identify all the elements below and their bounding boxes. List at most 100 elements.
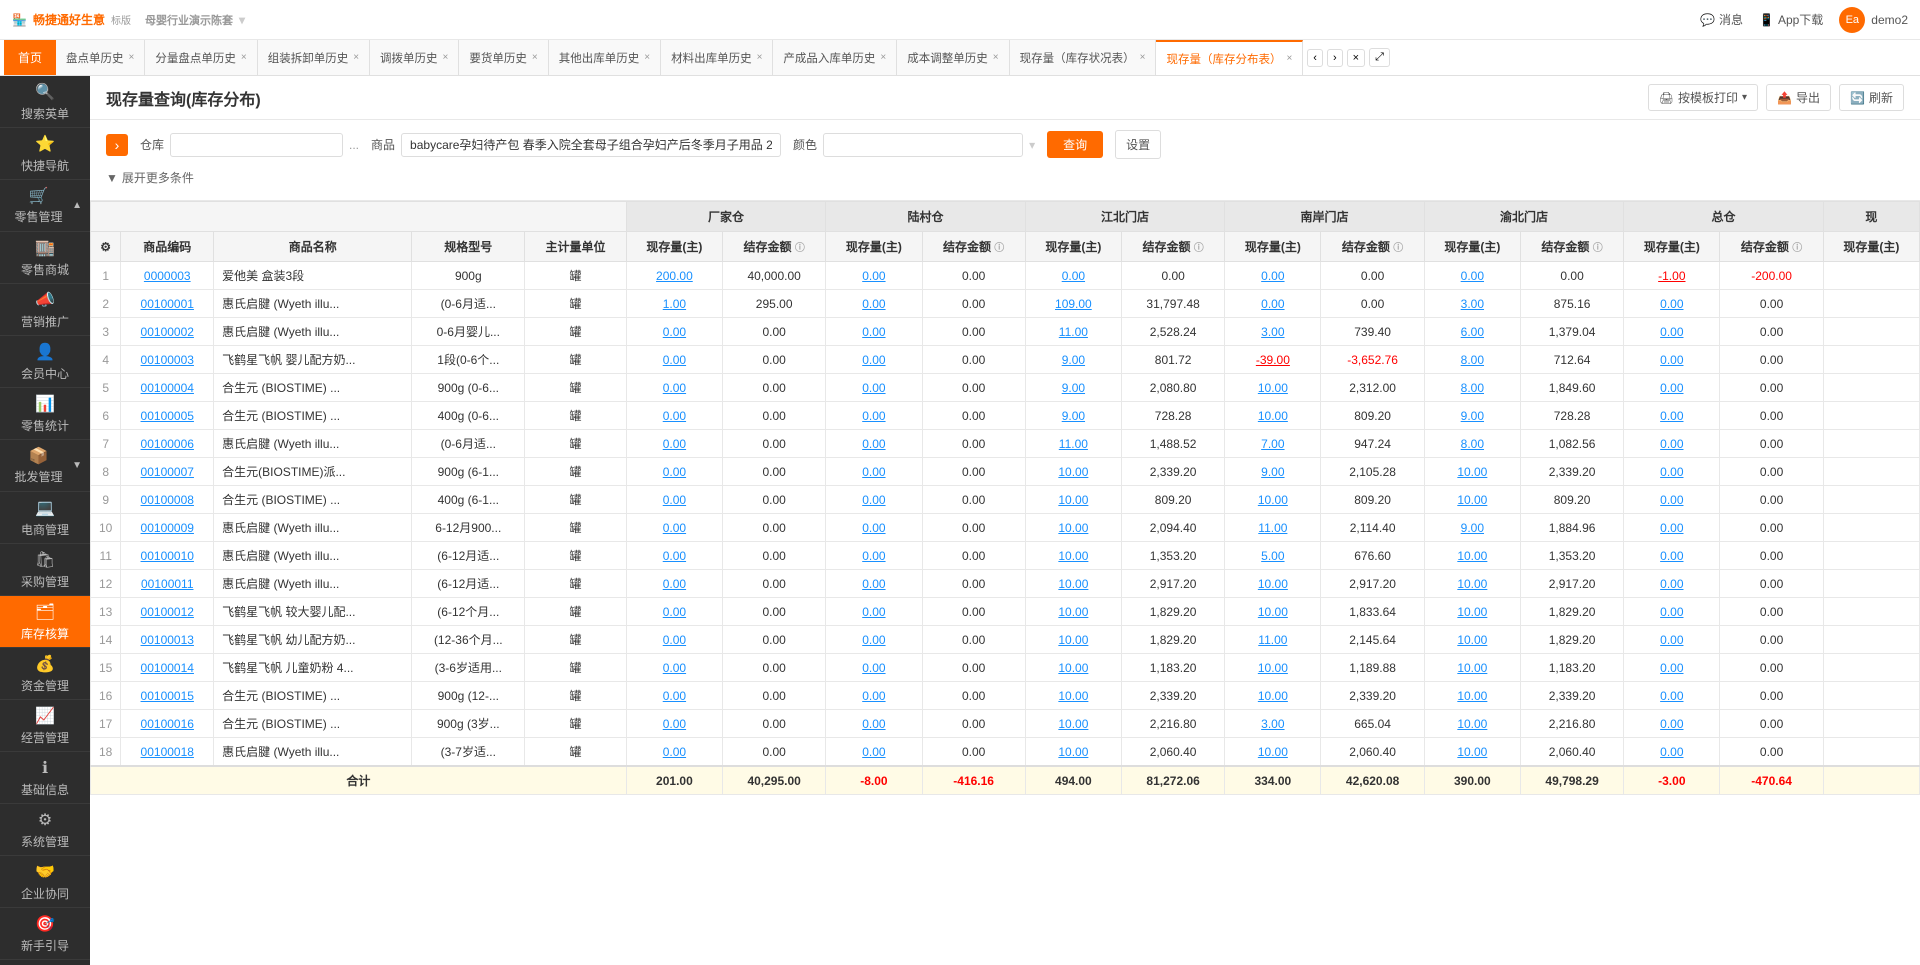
cell-jb-qty[interactable]: 0.00	[1025, 262, 1121, 290]
cell-na-qty[interactable]: 0.00	[1225, 262, 1321, 290]
sidebar-item-search[interactable]: 🔍 搜索英单	[0, 76, 90, 128]
cell-total-qty[interactable]: 0.00	[1624, 458, 1720, 486]
cell-fac-qty[interactable]: 200.00	[626, 262, 722, 290]
goods-input[interactable]	[401, 133, 781, 157]
cell-jb-qty[interactable]: 10.00	[1025, 710, 1121, 738]
cell-lu-qty[interactable]: 0.00	[826, 374, 922, 402]
cell-fac-qty[interactable]: 0.00	[626, 598, 722, 626]
app-download-link[interactable]: 📱 App下载	[1759, 11, 1823, 28]
cell-total-qty[interactable]: 0.00	[1624, 738, 1720, 767]
cell-lu-qty[interactable]: 0.00	[826, 262, 922, 290]
cell-yb-qty[interactable]: 10.00	[1424, 458, 1520, 486]
cell-yb-qty[interactable]: 8.00	[1424, 374, 1520, 402]
cell-lu-qty[interactable]: 0.00	[826, 290, 922, 318]
tab-close[interactable]: ×	[241, 52, 247, 63]
cell-fac-qty[interactable]: 0.00	[626, 458, 722, 486]
cell-yb-qty[interactable]: 6.00	[1424, 318, 1520, 346]
cell-total-qty[interactable]: 0.00	[1624, 402, 1720, 430]
cell-total-qty[interactable]: 0.00	[1624, 542, 1720, 570]
tab-stock-dist[interactable]: 现存量（库存分布表）×	[1156, 40, 1303, 76]
tab-history-5[interactable]: 要货单历史 ×	[459, 40, 548, 76]
sidebar-item-nav[interactable]: ⭐ 快捷导航	[0, 128, 90, 180]
cell-fac-qty[interactable]: 0.00	[626, 318, 722, 346]
tab-close[interactable]: ×	[1286, 53, 1292, 64]
cell-yb-qty[interactable]: 10.00	[1424, 710, 1520, 738]
cell-jb-qty[interactable]: 11.00	[1025, 430, 1121, 458]
cell-yb-qty[interactable]: 9.00	[1424, 402, 1520, 430]
cell-fac-qty[interactable]: 1.00	[626, 290, 722, 318]
cell-code[interactable]: 00100006	[121, 430, 214, 458]
cell-jb-qty[interactable]: 10.00	[1025, 738, 1121, 767]
sidebar-item-guide[interactable]: 🎯 新手引导	[0, 908, 90, 960]
warehouse-dots[interactable]: ...	[349, 138, 359, 152]
query-button[interactable]: 查询	[1047, 131, 1103, 158]
cell-fac-qty[interactable]: 0.00	[626, 654, 722, 682]
cell-jb-qty[interactable]: 11.00	[1025, 318, 1121, 346]
cell-code[interactable]: 00100004	[121, 374, 214, 402]
cell-code[interactable]: 00100018	[121, 738, 214, 767]
cell-na-qty[interactable]: 5.00	[1225, 542, 1321, 570]
cell-fac-qty[interactable]: 0.00	[626, 486, 722, 514]
tab-close[interactable]: ×	[880, 52, 886, 63]
cell-na-qty[interactable]: 10.00	[1225, 570, 1321, 598]
sidebar-item-business[interactable]: 📈 经营管理	[0, 700, 90, 752]
cell-fac-qty[interactable]: 0.00	[626, 626, 722, 654]
sidebar-item-retail-stats[interactable]: 📊 零售统计	[0, 388, 90, 440]
expand-conditions-button[interactable]: ▼ 展开更多条件	[106, 165, 1904, 190]
cell-yb-qty[interactable]: 10.00	[1424, 682, 1520, 710]
cell-yb-qty[interactable]: 10.00	[1424, 542, 1520, 570]
cell-code[interactable]: 00100007	[121, 458, 214, 486]
refresh-button[interactable]: 🔄 刷新	[1839, 84, 1904, 111]
cell-fac-qty[interactable]: 0.00	[626, 542, 722, 570]
cell-code[interactable]: 00100016	[121, 710, 214, 738]
sidebar-item-retail-mgmt[interactable]: 🛒 零售管理 ▲	[0, 180, 90, 232]
cell-yb-qty[interactable]: 3.00	[1424, 290, 1520, 318]
cell-lu-qty[interactable]: 0.00	[826, 346, 922, 374]
sidebar-item-collab[interactable]: 🤝 企业协同	[0, 856, 90, 908]
cell-jb-qty[interactable]: 9.00	[1025, 402, 1121, 430]
cell-yb-qty[interactable]: 10.00	[1424, 654, 1520, 682]
tab-close-all-button[interactable]: ×	[1347, 49, 1365, 67]
cell-jb-qty[interactable]: 10.00	[1025, 458, 1121, 486]
sidebar-item-mall[interactable]: 🏬 零售商城	[0, 232, 90, 284]
cell-total-qty[interactable]: 0.00	[1624, 318, 1720, 346]
cell-total-qty[interactable]: 0.00	[1624, 710, 1720, 738]
cell-code[interactable]: 00100013	[121, 626, 214, 654]
settings-button[interactable]: 设置	[1115, 130, 1161, 159]
cell-yb-qty[interactable]: 8.00	[1424, 346, 1520, 374]
tab-next-button[interactable]: ›	[1327, 49, 1343, 67]
cell-yb-qty[interactable]: 10.00	[1424, 626, 1520, 654]
cell-yb-qty[interactable]: 8.00	[1424, 430, 1520, 458]
cell-na-qty[interactable]: 10.00	[1225, 486, 1321, 514]
cell-lu-qty[interactable]: 0.00	[826, 626, 922, 654]
cell-na-qty[interactable]: 11.00	[1225, 514, 1321, 542]
cell-na-qty[interactable]: 10.00	[1225, 598, 1321, 626]
tab-history-6[interactable]: 其他出库单历史 ×	[549, 40, 661, 76]
cell-na-qty[interactable]: 3.00	[1225, 318, 1321, 346]
cell-jb-qty[interactable]: 10.00	[1025, 682, 1121, 710]
tab-history-2[interactable]: 分量盘点单历史 ×	[145, 40, 257, 76]
cell-yb-qty[interactable]: 10.00	[1424, 598, 1520, 626]
cell-code[interactable]: 00100008	[121, 486, 214, 514]
color-input[interactable]	[823, 133, 1023, 157]
cell-code[interactable]: 00100009	[121, 514, 214, 542]
tab-close[interactable]: ×	[532, 52, 538, 63]
tab-history-4[interactable]: 调拨单历史 ×	[370, 40, 459, 76]
sidebar-item-finance[interactable]: 💰 资金管理	[0, 648, 90, 700]
cell-code[interactable]: 00100001	[121, 290, 214, 318]
cell-jb-qty[interactable]: 10.00	[1025, 542, 1121, 570]
cell-total-qty[interactable]: 0.00	[1624, 486, 1720, 514]
cell-jb-qty[interactable]: 10.00	[1025, 570, 1121, 598]
sidebar-item-basic[interactable]: ℹ 基础信息	[0, 752, 90, 804]
cell-na-qty[interactable]: 11.00	[1225, 626, 1321, 654]
cell-yb-qty[interactable]: 10.00	[1424, 486, 1520, 514]
cell-na-qty[interactable]: 10.00	[1225, 682, 1321, 710]
cell-jb-qty[interactable]: 10.00	[1025, 598, 1121, 626]
tab-history-8[interactable]: 产成品入库单历史 ×	[773, 40, 897, 76]
tab-maximize-button[interactable]: ⤢	[1369, 48, 1390, 67]
sidebar-item-marketing[interactable]: 📣 营销推广	[0, 284, 90, 336]
cell-na-qty[interactable]: 0.00	[1225, 290, 1321, 318]
cell-lu-qty[interactable]: 0.00	[826, 486, 922, 514]
cell-total-qty[interactable]: 0.00	[1624, 626, 1720, 654]
cell-jb-qty[interactable]: 9.00	[1025, 346, 1121, 374]
